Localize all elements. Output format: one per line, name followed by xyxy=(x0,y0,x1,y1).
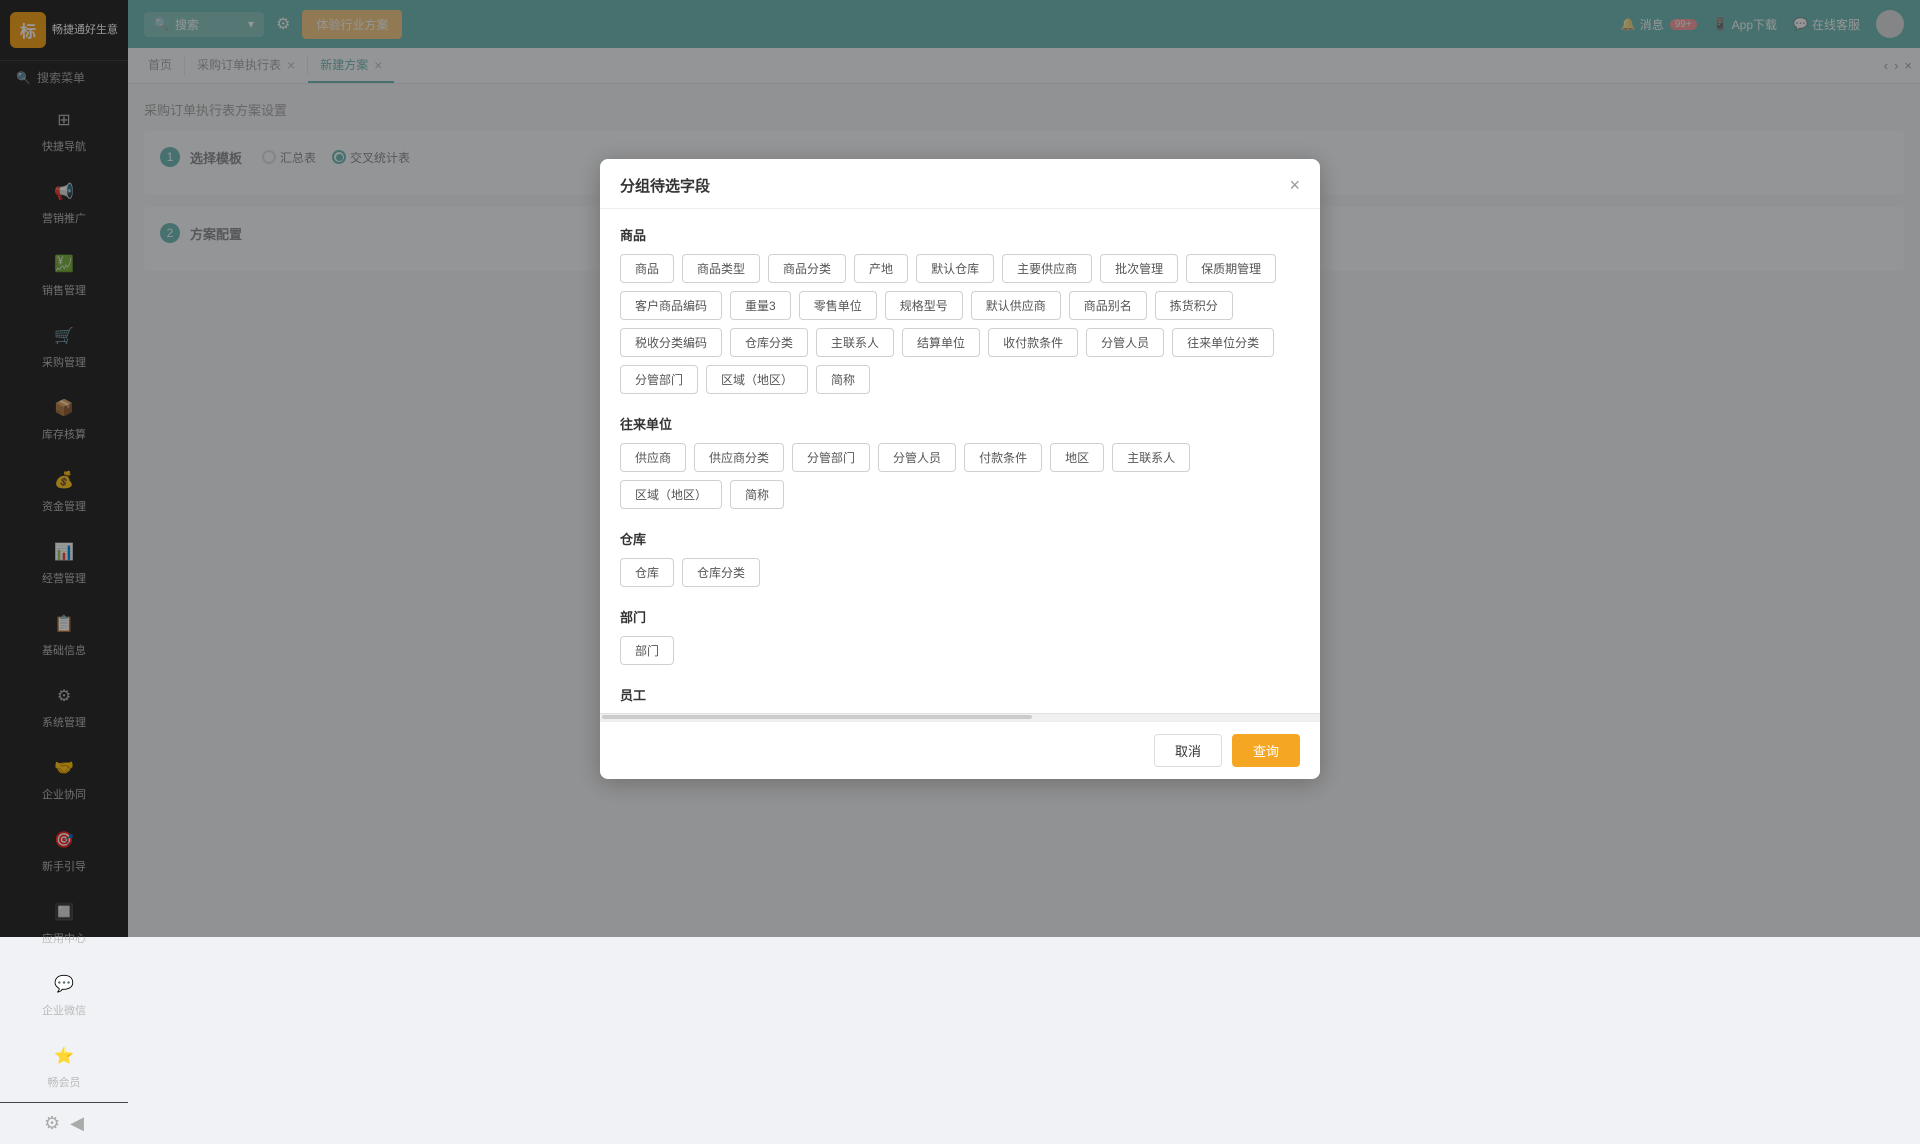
dialog-horizontal-scrollbar[interactable] xyxy=(600,713,1320,721)
dialog-title: 分组待选字段 xyxy=(620,175,710,196)
field-select-dialog: 分组待选字段 × 商品 商品商品类型商品分类产地默认仓库主要供应商批次管理保质期… xyxy=(600,159,1320,779)
dialog-overlay: 分组待选字段 × 商品 商品商品类型商品分类产地默认仓库主要供应商批次管理保质期… xyxy=(0,0,1920,937)
field-tag[interactable]: 区域（地区） xyxy=(706,365,808,394)
field-tag[interactable]: 收付款条件 xyxy=(988,328,1078,357)
field-tag[interactable]: 简称 xyxy=(816,365,870,394)
field-tag[interactable]: 商品别名 xyxy=(1069,291,1147,320)
field-tag[interactable]: 商品类型 xyxy=(682,254,760,283)
field-section-title-employee: 员工 xyxy=(620,685,1300,704)
sidebar-item-member[interactable]: ⭐ 畅会员 xyxy=(0,1030,128,1102)
product-tags: 商品商品类型商品分类产地默认仓库主要供应商批次管理保质期管理客户商品编码重量3 零… xyxy=(620,254,1300,394)
field-tag[interactable]: 产地 xyxy=(854,254,908,283)
field-section-department: 部门 部门 xyxy=(620,607,1300,665)
dialog-close-button[interactable]: × xyxy=(1289,175,1300,196)
field-section-title-product: 商品 xyxy=(620,225,1300,244)
field-tag[interactable]: 默认供应商 xyxy=(971,291,1061,320)
field-tag[interactable]: 默认仓库 xyxy=(916,254,994,283)
field-section-title-partner: 往来单位 xyxy=(620,414,1300,433)
sidebar-bottom: ⚙ ◀ xyxy=(0,1102,128,1144)
department-tags: 部门 xyxy=(620,636,1300,665)
field-tag[interactable]: 区域（地区） xyxy=(620,480,722,509)
field-tag[interactable]: 保质期管理 xyxy=(1186,254,1276,283)
field-tag[interactable]: 批次管理 xyxy=(1100,254,1178,283)
field-tag[interactable]: 主联系人 xyxy=(1112,443,1190,472)
field-tag[interactable]: 客户商品编码 xyxy=(620,291,722,320)
hscroll-thumb xyxy=(602,715,1032,719)
settings-button[interactable]: ⚙ xyxy=(44,1113,60,1134)
dialog-header: 分组待选字段 × xyxy=(600,159,1320,209)
member-icon: ⭐ xyxy=(50,1042,78,1070)
field-section-title-department: 部门 xyxy=(620,607,1300,626)
field-tag[interactable]: 仓库分类 xyxy=(682,558,760,587)
field-tag[interactable]: 仓库 xyxy=(620,558,674,587)
field-tag[interactable]: 税收分类编码 xyxy=(620,328,722,357)
dialog-body: 商品 商品商品类型商品分类产地默认仓库主要供应商批次管理保质期管理客户商品编码重… xyxy=(600,209,1320,713)
field-tag[interactable]: 分管部门 xyxy=(792,443,870,472)
field-tag[interactable]: 商品分类 xyxy=(768,254,846,283)
collapse-button[interactable]: ◀ xyxy=(70,1113,84,1134)
field-tag[interactable]: 规格型号 xyxy=(885,291,963,320)
field-section-employee: 员工 业务员 xyxy=(620,685,1300,713)
field-tag[interactable]: 供应商分类 xyxy=(694,443,784,472)
field-section-product: 商品 商品商品类型商品分类产地默认仓库主要供应商批次管理保质期管理客户商品编码重… xyxy=(620,225,1300,394)
field-tag[interactable]: 供应商 xyxy=(620,443,686,472)
field-tag[interactable]: 往来单位分类 xyxy=(1172,328,1274,357)
warehouse-tags: 仓库仓库分类 xyxy=(620,558,1300,587)
field-section-partner: 往来单位 供应商供应商分类分管部门分管人员付款条件地区主联系人区域（地区） 简称 xyxy=(620,414,1300,509)
field-tag[interactable]: 地区 xyxy=(1050,443,1104,472)
field-tag[interactable]: 商品 xyxy=(620,254,674,283)
wechat-icon: 💬 xyxy=(50,970,78,998)
field-tag[interactable]: 主联系人 xyxy=(816,328,894,357)
field-tag[interactable]: 简称 xyxy=(730,480,784,509)
field-tag[interactable]: 重量3 xyxy=(730,291,791,320)
field-tag[interactable]: 仓库分类 xyxy=(730,328,808,357)
sidebar-item-wechat[interactable]: 💬 企业微信 xyxy=(0,958,128,1030)
field-tag[interactable]: 付款条件 xyxy=(964,443,1042,472)
dialog-footer: 取消 查询 xyxy=(600,721,1320,779)
field-tag[interactable]: 分管部门 xyxy=(620,365,698,394)
field-section-title-warehouse: 仓库 xyxy=(620,529,1300,548)
cancel-button[interactable]: 取消 xyxy=(1154,734,1222,767)
confirm-button[interactable]: 查询 xyxy=(1232,734,1300,767)
partner-tags: 供应商供应商分类分管部门分管人员付款条件地区主联系人区域（地区） 简称 xyxy=(620,443,1300,509)
field-tag[interactable]: 主要供应商 xyxy=(1002,254,1092,283)
field-tag[interactable]: 结算单位 xyxy=(902,328,980,357)
field-tag[interactable]: 零售单位 xyxy=(799,291,877,320)
field-section-warehouse: 仓库 仓库仓库分类 xyxy=(620,529,1300,587)
field-tag[interactable]: 分管人员 xyxy=(1086,328,1164,357)
field-tag[interactable]: 部门 xyxy=(620,636,674,665)
field-tag[interactable]: 分管人员 xyxy=(878,443,956,472)
field-tag[interactable]: 拣货积分 xyxy=(1155,291,1233,320)
